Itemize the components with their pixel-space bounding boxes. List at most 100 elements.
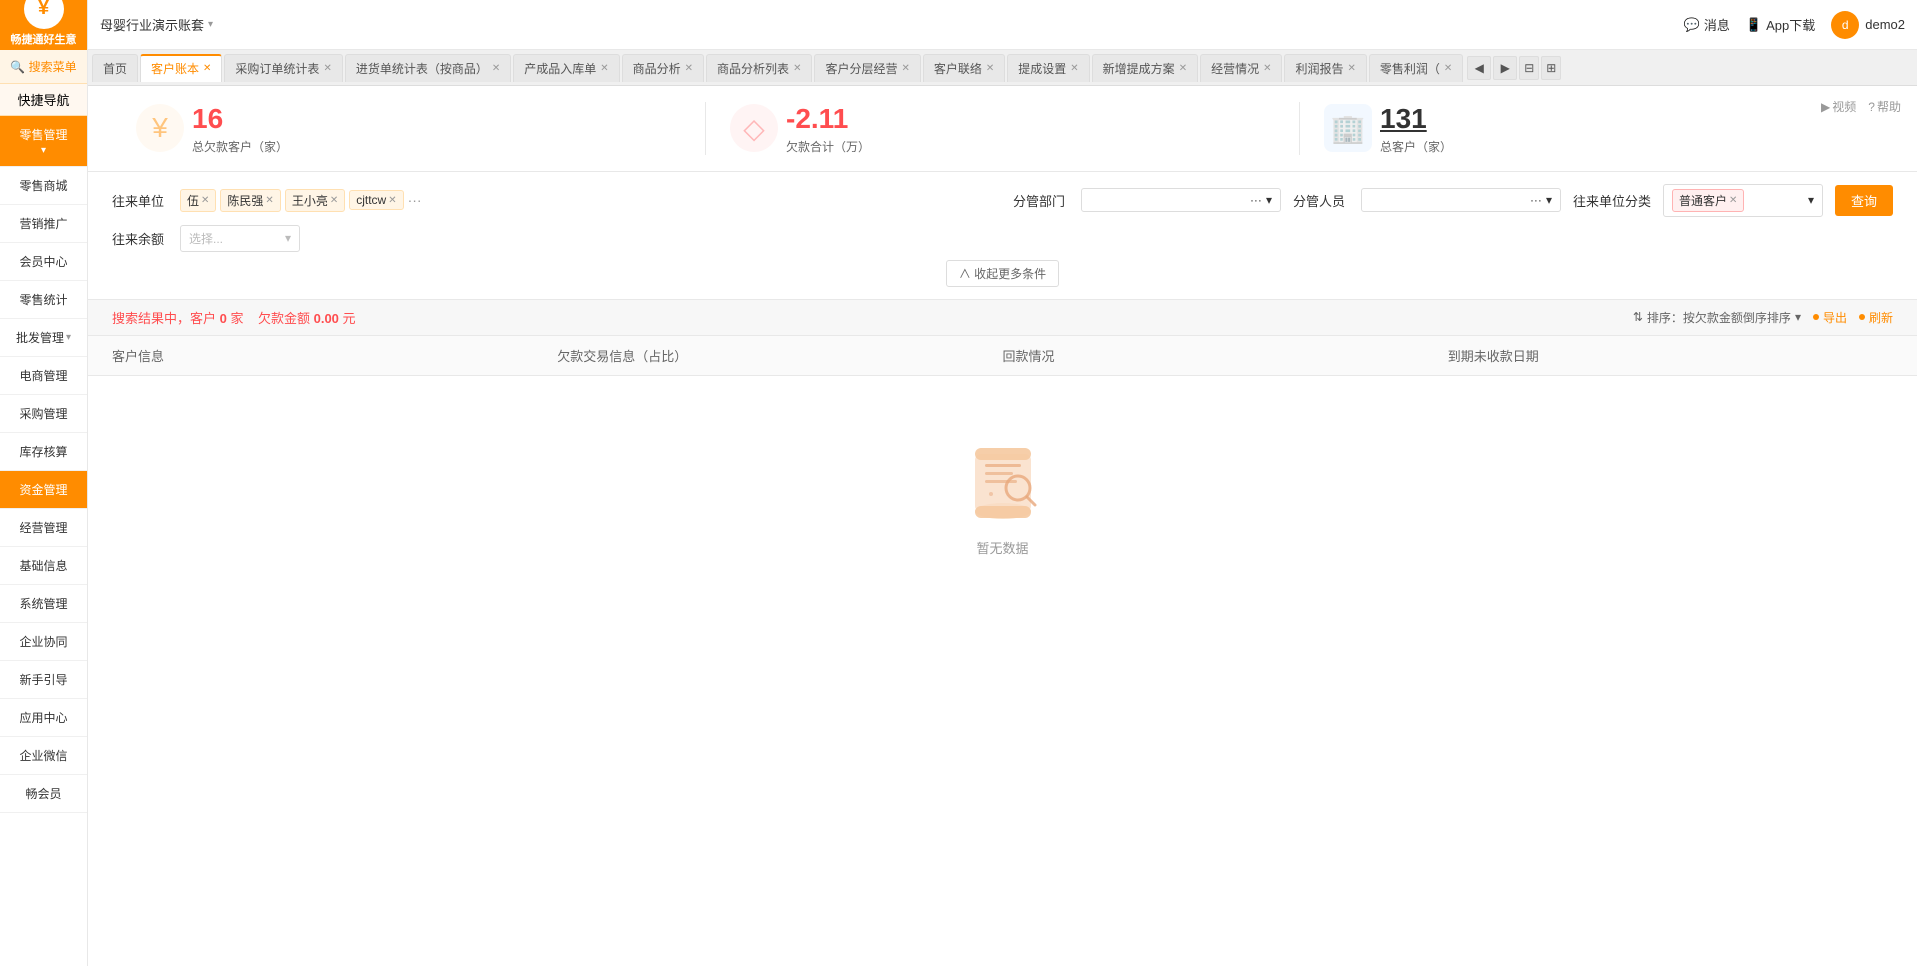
tab-product-analysis-list[interactable]: 商品分析列表 ✕ [706,54,812,82]
tab-close-customer-contact[interactable]: ✕ [986,63,994,74]
sidebar-item-retail[interactable]: 零售管理 ▾ [0,116,87,167]
tab-new-promotion[interactable]: 新增提成方案 ✕ [1092,54,1198,82]
sidebar-item-enterprise-wechat[interactable]: 企业微信 [0,737,87,775]
tab-close-customer-segment[interactable]: ✕ [901,63,909,74]
tab-close-profit-report[interactable]: ✕ [1348,63,1356,74]
col-header-date: 到期未收款日期 [1448,346,1893,365]
export-button[interactable]: 导出 [1813,309,1847,326]
message-button[interactable]: 💬 消息 [1684,15,1730,34]
remove-wang-tag[interactable]: ✕ [330,195,338,206]
overdue-amount-label: 欠款合计（万） [786,138,870,155]
refresh-label: 刷新 [1869,309,1893,326]
tab-close-promotion-settings[interactable]: ✕ [1070,63,1078,74]
tab-inbound-stats[interactable]: 进货单统计表（按商品） ✕ [345,54,511,82]
search-menu[interactable]: 🔍 搜索菜单 [0,50,87,84]
filter-row-2: 往来余额 选择... ▾ [112,225,1893,252]
tab-retail-profit[interactable]: 零售利润（ ✕ [1369,54,1463,82]
unit-type-tag-normal: 普通客户 ✕ [1672,189,1744,212]
tab-operations[interactable]: 经营情况 ✕ [1200,54,1282,82]
tab-new-promotion-label: 新增提成方案 [1103,60,1175,77]
tab-profit-report-label: 利润报告 [1295,60,1343,77]
sidebar-item-marketing[interactable]: 营销推广 [0,205,87,243]
quick-nav[interactable]: 快捷导航 [0,84,87,116]
app-download-button[interactable]: 📱 App下载 [1746,15,1815,34]
help-button[interactable]: ? 帮助 [1868,98,1901,115]
tab-close-product-inbound[interactable]: ✕ [600,63,608,74]
remove-normal-tag[interactable]: ✕ [1729,195,1737,206]
tab-close-purchase-order[interactable]: ✕ [323,63,331,74]
result-bar: 搜索结果中，客户 0 家 欠款金额 0.00 元 ⇅ 排序：按欠款金额倒序排序 … [88,300,1917,336]
sidebar-item-retail-stats[interactable]: 零售统计 [0,281,87,319]
sidebar-item-inventory[interactable]: 库存核算 [0,433,87,471]
tab-product-analysis[interactable]: 商品分析 ✕ [622,54,704,82]
user-info[interactable]: d demo2 [1831,11,1905,39]
tab-next-btn[interactable]: ▶ [1493,56,1517,80]
page-content: ¥ 16 总欠款客户（家） ◇ -2.11 欠款合计（万） [88,86,1917,966]
remaining-placeholder: 选择... [189,230,223,247]
result-prefix: 搜索结果中，客户 [112,311,216,326]
retail-label: 零售管理 [19,126,67,143]
avatar: d [1831,11,1859,39]
sidebar-item-new-guide[interactable]: 新手引导 [0,661,87,699]
more-tags-button[interactable]: ··· [408,192,422,208]
tab-promotion-settings[interactable]: 提成设置 ✕ [1007,54,1089,82]
sidebar-item-app-center[interactable]: 应用中心 [0,699,87,737]
refresh-button[interactable]: 刷新 [1859,309,1893,326]
tab-purchase-order[interactable]: 采购订单统计表 ✕ [224,54,342,82]
sort-select[interactable]: ⇅ 排序：按欠款金额倒序排序 ▾ [1633,309,1801,326]
tab-close-product-analysis-list[interactable]: ✕ [793,63,801,74]
sidebar-item-wholesale[interactable]: 批发管理 ▾ [0,319,87,357]
sidebar-item-finance[interactable]: 资金管理 [0,471,87,509]
export-dot-icon [1813,314,1819,320]
remaining-input[interactable]: 选择... ▾ [180,225,300,252]
tab-prev-btn[interactable]: ◀ [1467,56,1491,80]
tab-customer-contact[interactable]: 客户联络 ✕ [923,54,1005,82]
tab-close-inbound-stats[interactable]: ✕ [492,63,500,74]
unit-type-select[interactable]: 普通客户 ✕ ▾ [1663,184,1823,217]
sidebar-item-ecommerce[interactable]: 电商管理 [0,357,87,395]
tab-close-operations[interactable]: ✕ [1263,63,1271,74]
tab-fullscreen-btn[interactable]: ⊞ [1541,56,1561,80]
stat-total-customers: 🏢 131 总客户（家） [1300,102,1893,155]
collapse-button[interactable]: ∧ 收起更多条件 [946,260,1059,287]
sidebar-item-member[interactable]: 会员中心 [0,243,87,281]
store-selector[interactable]: 母婴行业演示账套 ▾ [100,15,213,34]
overdue-customers-value: 16 [192,102,288,136]
person-select[interactable]: ··· ▾ [1361,188,1561,212]
sidebar-item-operations[interactable]: 经营管理 [0,509,87,547]
total-customers-value: 131 [1380,102,1452,136]
remaining-dropdown-icon: ▾ [285,231,291,245]
tab-product-inbound[interactable]: 产成品入库单 ✕ [513,54,619,82]
person-dropdown-icon: ▾ [1546,193,1552,207]
tab-close-customer-account[interactable]: ✕ [203,63,211,74]
sidebar-item-purchase[interactable]: 采购管理 [0,395,87,433]
tab-collapse-btn[interactable]: ⊟ [1519,56,1539,80]
tab-customer-segment-label: 客户分层经营 [825,60,897,77]
remove-cjttcw-tag[interactable]: ✕ [388,195,396,206]
query-button[interactable]: 查询 [1835,185,1893,216]
sidebar-item-basic-info[interactable]: 基础信息 [0,547,87,585]
help-label: 帮助 [1877,98,1901,115]
tab-close-retail-profit[interactable]: ✕ [1444,63,1452,74]
tab-customer-segment[interactable]: 客户分层经营 ✕ [814,54,920,82]
sidebar-item-retail-store[interactable]: 零售商城 [0,167,87,205]
department-select[interactable]: ··· ▾ [1081,188,1281,212]
sidebar-item-member-plus[interactable]: 畅会员 [0,775,87,813]
video-help-button[interactable]: ▶ 视频 [1821,98,1856,115]
tab-close-new-promotion[interactable]: ✕ [1179,63,1187,74]
app-download-label: App下载 [1766,15,1815,34]
tab-home-label: 首页 [103,60,127,77]
remove-chen-tag[interactable]: ✕ [265,195,273,206]
table-header: 客户信息 欠款交易信息（占比） 回款情况 到期未收款日期 [88,336,1917,376]
video-icon: ▶ [1821,100,1830,114]
remove-wu-tag[interactable]: ✕ [201,195,209,206]
sidebar-item-enterprise[interactable]: 企业协同 [0,623,87,661]
sidebar-item-system[interactable]: 系统管理 [0,585,87,623]
col-header-customer: 客户信息 [112,346,557,365]
tab-home[interactable]: 首页 [92,54,138,82]
tab-close-product-analysis[interactable]: ✕ [685,63,693,74]
tab-inbound-stats-label: 进货单统计表（按商品） [356,60,488,77]
tab-customer-account[interactable]: 客户账本 ✕ [140,54,222,82]
tab-profit-report[interactable]: 利润报告 ✕ [1284,54,1366,82]
quick-nav-label: 快捷导航 [17,90,69,109]
